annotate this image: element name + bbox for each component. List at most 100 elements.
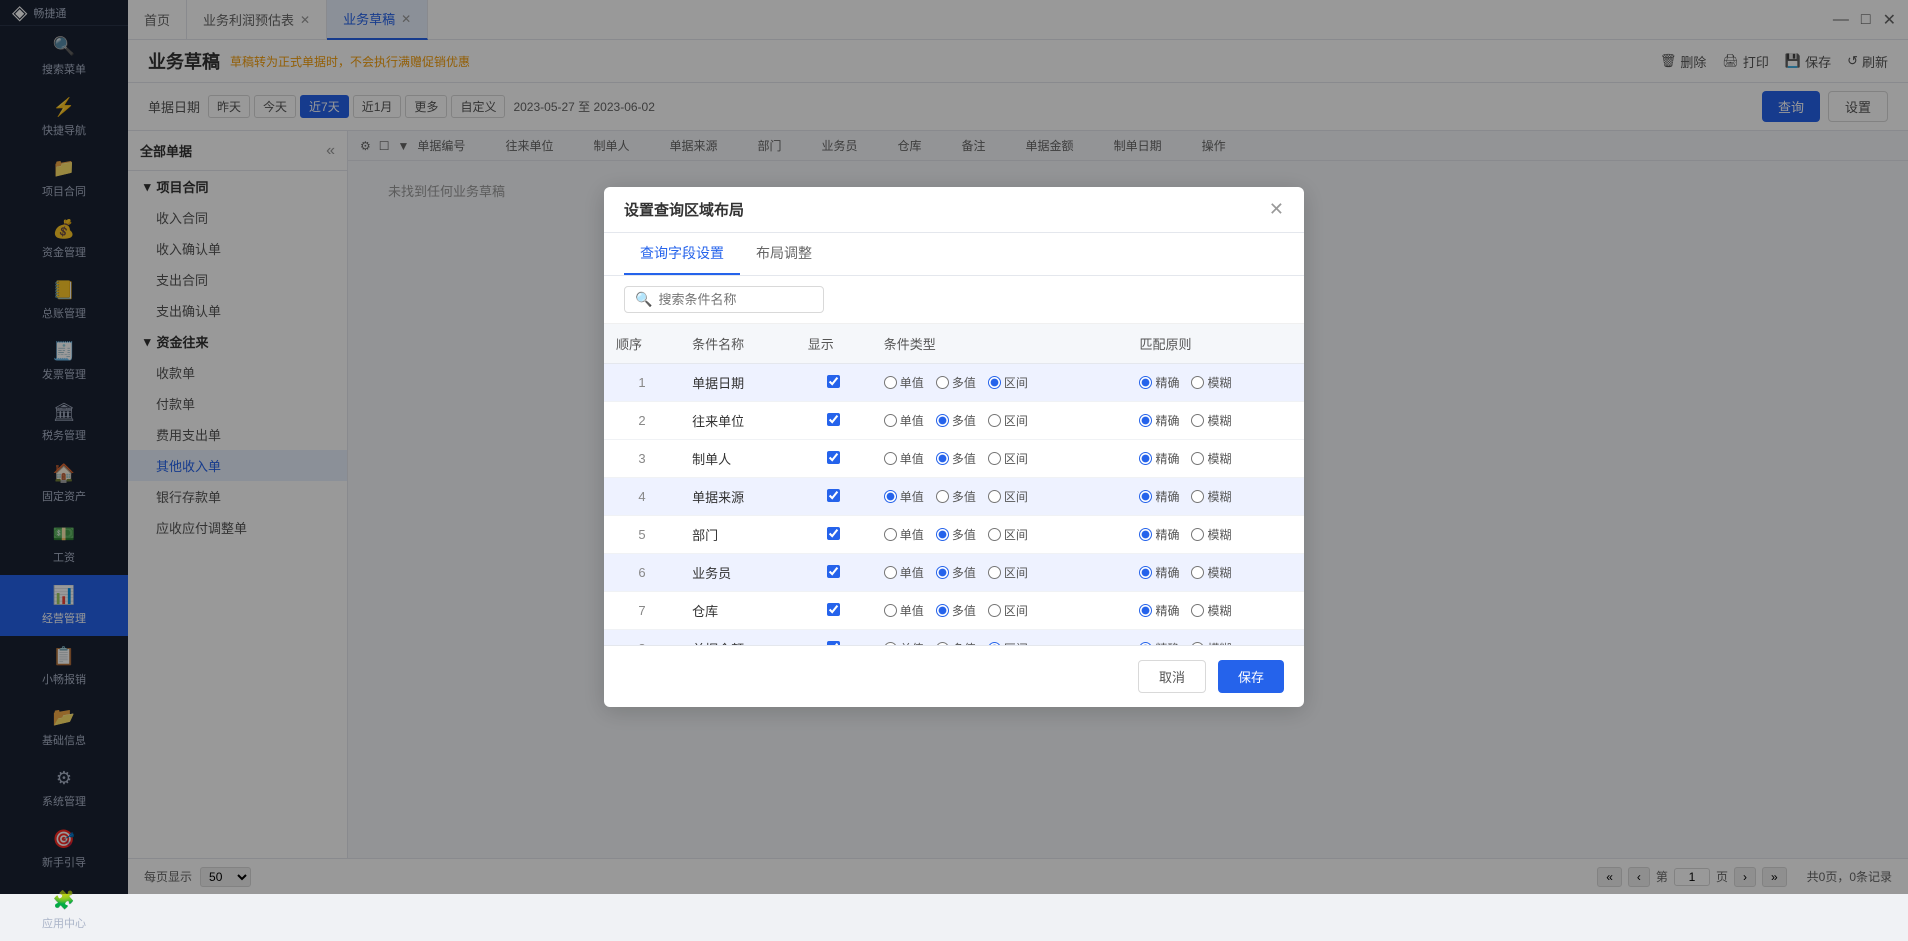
cell-name: 业务员	[680, 554, 796, 592]
modal-table-row: 6 业务员 单值 多值 区间 精确	[604, 554, 1304, 592]
radio-single-4[interactable]: 单值	[884, 488, 924, 505]
col-match-rule: 匹配原则	[1127, 324, 1304, 364]
search-input[interactable]	[658, 292, 818, 307]
cell-match-rule: 精确 模糊	[1127, 402, 1304, 440]
radio-multi-5[interactable]: 多值	[936, 526, 976, 543]
radio-range-7[interactable]: 区间	[988, 602, 1028, 619]
radio-exact-3[interactable]: 精确	[1139, 450, 1179, 467]
modal-table-row: 3 制单人 单值 多值 区间 精确	[604, 440, 1304, 478]
sidebar-label-appstore: 应用中心	[42, 915, 86, 931]
cell-display[interactable]	[796, 592, 872, 630]
col-condition-type: 条件类型	[872, 324, 1128, 364]
radio-multi-2[interactable]: 多值	[936, 412, 976, 429]
cell-name: 仓库	[680, 592, 796, 630]
cell-display[interactable]	[796, 364, 872, 402]
display-checkbox-1[interactable]	[827, 375, 840, 388]
cell-condition-type: 单值 多值 区间	[872, 554, 1128, 592]
cell-order: 4	[604, 478, 680, 516]
cell-display[interactable]	[796, 402, 872, 440]
settings-modal: 设置查询区域布局 ✕ 查询字段设置 布局调整 🔍 顺序 条件名称 显示 条件类型	[604, 187, 1304, 707]
cell-name: 往来单位	[680, 402, 796, 440]
cell-match-rule: 精确 模糊	[1127, 592, 1304, 630]
modal-search: 🔍	[604, 276, 1304, 324]
radio-single-1[interactable]: 单值	[884, 374, 924, 391]
display-checkbox-6[interactable]	[827, 565, 840, 578]
cell-name: 单据日期	[680, 364, 796, 402]
radio-fuzzy-5[interactable]: 模糊	[1191, 526, 1231, 543]
radio-range-6[interactable]: 区间	[988, 564, 1028, 581]
tab-layout-adjust[interactable]: 布局调整	[740, 233, 828, 275]
cell-display[interactable]	[796, 478, 872, 516]
radio-exact-2[interactable]: 精确	[1139, 412, 1179, 429]
cell-name: 部门	[680, 516, 796, 554]
radio-range-4[interactable]: 区间	[988, 488, 1028, 505]
modal-header: 设置查询区域布局 ✕	[604, 187, 1304, 233]
search-input-wrapper: 🔍	[624, 286, 824, 313]
cell-display[interactable]	[796, 440, 872, 478]
cell-condition-type: 单值 多值 区间	[872, 402, 1128, 440]
modal-title: 设置查询区域布局	[624, 199, 1269, 220]
modal-table-row: 4 单据来源 单值 多值 区间 精确	[604, 478, 1304, 516]
cell-condition-type: 单值 多值 区间	[872, 440, 1128, 478]
radio-multi-7[interactable]: 多值	[936, 602, 976, 619]
radio-single-5[interactable]: 单值	[884, 526, 924, 543]
cell-display[interactable]	[796, 630, 872, 646]
radio-multi-6[interactable]: 多值	[936, 564, 976, 581]
radio-range-3[interactable]: 区间	[988, 450, 1028, 467]
search-icon: 🔍	[635, 291, 652, 308]
modal-footer: 取消 保存	[604, 645, 1304, 707]
col-name: 条件名称	[680, 324, 796, 364]
radio-single-7[interactable]: 单值	[884, 602, 924, 619]
cell-display[interactable]	[796, 516, 872, 554]
radio-exact-5[interactable]: 精确	[1139, 526, 1179, 543]
radio-fuzzy-4[interactable]: 模糊	[1191, 488, 1231, 505]
radio-fuzzy-2[interactable]: 模糊	[1191, 412, 1231, 429]
modal-tabs: 查询字段设置 布局调整	[604, 233, 1304, 276]
radio-multi-4[interactable]: 多值	[936, 488, 976, 505]
cell-match-rule: 精确 模糊	[1127, 630, 1304, 646]
tab-field-settings[interactable]: 查询字段设置	[624, 233, 740, 275]
display-checkbox-4[interactable]	[827, 489, 840, 502]
radio-multi-1[interactable]: 多值	[936, 374, 976, 391]
cell-order: 2	[604, 402, 680, 440]
cell-order: 6	[604, 554, 680, 592]
radio-exact-1[interactable]: 精确	[1139, 374, 1179, 391]
cell-match-rule: 精确 模糊	[1127, 440, 1304, 478]
radio-range-1[interactable]: 区间	[988, 374, 1028, 391]
modal-table: 顺序 条件名称 显示 条件类型 匹配原则 1 单据日期 单值	[604, 324, 1304, 645]
radio-fuzzy-1[interactable]: 模糊	[1191, 374, 1231, 391]
cell-order: 7	[604, 592, 680, 630]
radio-exact-4[interactable]: 精确	[1139, 488, 1179, 505]
cancel-button[interactable]: 取消	[1138, 660, 1206, 693]
display-checkbox-5[interactable]	[827, 527, 840, 540]
cell-condition-type: 单值 多值 区间	[872, 516, 1128, 554]
radio-single-3[interactable]: 单值	[884, 450, 924, 467]
cell-order: 8	[604, 630, 680, 646]
display-checkbox-7[interactable]	[827, 603, 840, 616]
radio-fuzzy-7[interactable]: 模糊	[1191, 602, 1231, 619]
modal-table-row: 5 部门 单值 多值 区间 精确	[604, 516, 1304, 554]
radio-range-2[interactable]: 区间	[988, 412, 1028, 429]
cell-condition-type: 单值 多值 区间	[872, 592, 1128, 630]
col-order: 顺序	[604, 324, 680, 364]
col-display: 显示	[796, 324, 872, 364]
radio-exact-7[interactable]: 精确	[1139, 602, 1179, 619]
cell-condition-type: 单值 多值 区间	[872, 630, 1128, 646]
display-checkbox-3[interactable]	[827, 451, 840, 464]
radio-single-6[interactable]: 单值	[884, 564, 924, 581]
cell-condition-type: 单值 多值 区间	[872, 364, 1128, 402]
radio-range-5[interactable]: 区间	[988, 526, 1028, 543]
display-checkbox-2[interactable]	[827, 413, 840, 426]
modal-save-button[interactable]: 保存	[1218, 660, 1284, 693]
cell-display[interactable]	[796, 554, 872, 592]
radio-fuzzy-6[interactable]: 模糊	[1191, 564, 1231, 581]
radio-fuzzy-3[interactable]: 模糊	[1191, 450, 1231, 467]
radio-single-2[interactable]: 单值	[884, 412, 924, 429]
modal-table-row: 1 单据日期 单值 多值 区间 精确	[604, 364, 1304, 402]
radio-exact-6[interactable]: 精确	[1139, 564, 1179, 581]
modal-close-button[interactable]: ✕	[1269, 199, 1284, 220]
radio-multi-3[interactable]: 多值	[936, 450, 976, 467]
cell-name: 单据来源	[680, 478, 796, 516]
cell-condition-type: 单值 多值 区间	[872, 478, 1128, 516]
cell-order: 3	[604, 440, 680, 478]
